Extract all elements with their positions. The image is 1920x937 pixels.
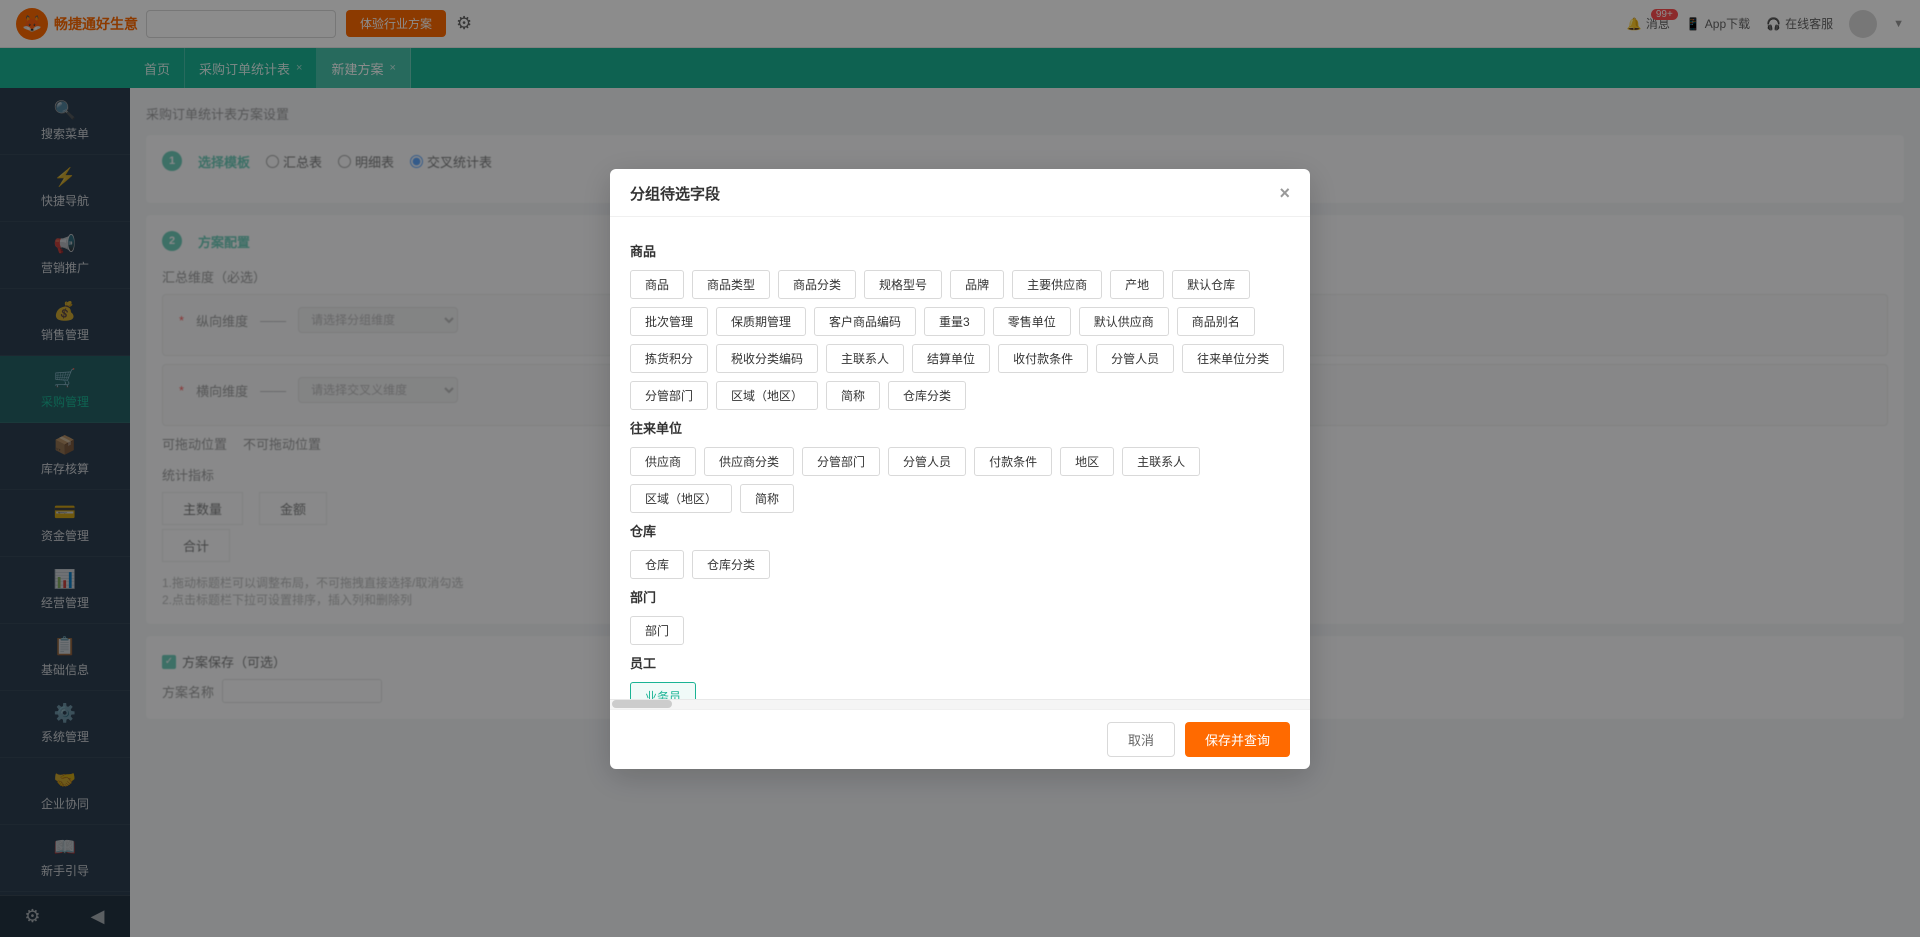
section-warehouse-fields: 仓库 仓库分类	[630, 550, 1290, 579]
field-region[interactable]: 区域（地区）	[716, 381, 818, 410]
section-goods-title: 商品	[630, 241, 1290, 260]
field-settlement-unit[interactable]: 结算单位	[912, 344, 990, 373]
section-partner-fields: 供应商 供应商分类 分管部门 分管人员 付款条件 地区 主联系人 区域（地区） …	[630, 447, 1290, 513]
field-supervisor2[interactable]: 分管人员	[888, 447, 966, 476]
field-short-name[interactable]: 简称	[826, 381, 880, 410]
dialog-overlay: 分组待选字段 × 商品 商品 商品类型 商品分类 规格型号 品牌 主要供应商 产…	[0, 0, 1920, 937]
field-supervisor[interactable]: 分管人员	[1096, 344, 1174, 373]
field-select-dialog: 分组待选字段 × 商品 商品 商品类型 商品分类 规格型号 品牌 主要供应商 产…	[610, 169, 1310, 769]
field-partner-category[interactable]: 往来单位分类	[1182, 344, 1284, 373]
field-main-contact[interactable]: 主联系人	[826, 344, 904, 373]
dialog-footer: 取消 保存并查询	[610, 709, 1310, 769]
section-dept-title: 部门	[630, 587, 1290, 606]
field-weight[interactable]: 重量3	[924, 307, 985, 336]
field-tax-code[interactable]: 税收分类编码	[716, 344, 818, 373]
dialog-title: 分组待选字段	[630, 183, 720, 204]
field-main-supplier[interactable]: 主要供应商	[1012, 270, 1102, 299]
section-staff-title: 员工	[630, 653, 1290, 672]
field-payment-terms2[interactable]: 付款条件	[974, 447, 1052, 476]
field-goods[interactable]: 商品	[630, 270, 684, 299]
field-default-supplier[interactable]: 默认供应商	[1079, 307, 1169, 336]
field-payment-terms[interactable]: 收付款条件	[998, 344, 1088, 373]
dialog-confirm-button[interactable]: 保存并查询	[1185, 722, 1290, 757]
field-retail-unit[interactable]: 零售单位	[993, 307, 1071, 336]
field-origin[interactable]: 产地	[1110, 270, 1164, 299]
section-partner-title: 往来单位	[630, 418, 1290, 437]
field-warehouse-cat[interactable]: 仓库分类	[888, 381, 966, 410]
field-main-contact2[interactable]: 主联系人	[1122, 447, 1200, 476]
field-region2[interactable]: 区域（地区）	[630, 484, 732, 513]
dialog-body: 商品 商品 商品类型 商品分类 规格型号 品牌 主要供应商 产地 默认仓库 批次…	[610, 217, 1310, 699]
section-staff-fields: 业务员	[630, 682, 1290, 699]
field-area[interactable]: 地区	[1060, 447, 1114, 476]
field-salesperson[interactable]: 业务员	[630, 682, 696, 699]
section-goods-fields: 商品 商品类型 商品分类 规格型号 品牌 主要供应商 产地 默认仓库 批次管理 …	[630, 270, 1290, 410]
field-supplier[interactable]: 供应商	[630, 447, 696, 476]
field-customer-code[interactable]: 客户商品编码	[814, 307, 916, 336]
field-goods-type[interactable]: 商品类型	[692, 270, 770, 299]
field-warehouse-category[interactable]: 仓库分类	[692, 550, 770, 579]
field-supplier-category[interactable]: 供应商分类	[704, 447, 794, 476]
field-goods-category[interactable]: 商品分类	[778, 270, 856, 299]
field-dept-in-charge[interactable]: 分管部门	[630, 381, 708, 410]
field-expiry-mgmt[interactable]: 保质期管理	[716, 307, 806, 336]
dialog-header: 分组待选字段 ×	[610, 169, 1310, 217]
field-department[interactable]: 部门	[630, 616, 684, 645]
field-short-name2[interactable]: 简称	[740, 484, 794, 513]
section-dept-fields: 部门	[630, 616, 1290, 645]
field-goods-alias[interactable]: 商品别名	[1177, 307, 1255, 336]
field-warehouse[interactable]: 仓库	[630, 550, 684, 579]
field-default-warehouse[interactable]: 默认仓库	[1172, 270, 1250, 299]
section-warehouse-title: 仓库	[630, 521, 1290, 540]
hscroll-thumb[interactable]	[612, 700, 672, 708]
dialog-hscroll[interactable]	[610, 699, 1310, 709]
field-spec-model[interactable]: 规格型号	[864, 270, 942, 299]
field-dept2[interactable]: 分管部门	[802, 447, 880, 476]
field-pick-points[interactable]: 拣货积分	[630, 344, 708, 373]
dialog-cancel-button[interactable]: 取消	[1107, 722, 1175, 757]
field-batch-mgmt[interactable]: 批次管理	[630, 307, 708, 336]
dialog-close-button[interactable]: ×	[1279, 184, 1290, 202]
field-brand[interactable]: 品牌	[950, 270, 1004, 299]
